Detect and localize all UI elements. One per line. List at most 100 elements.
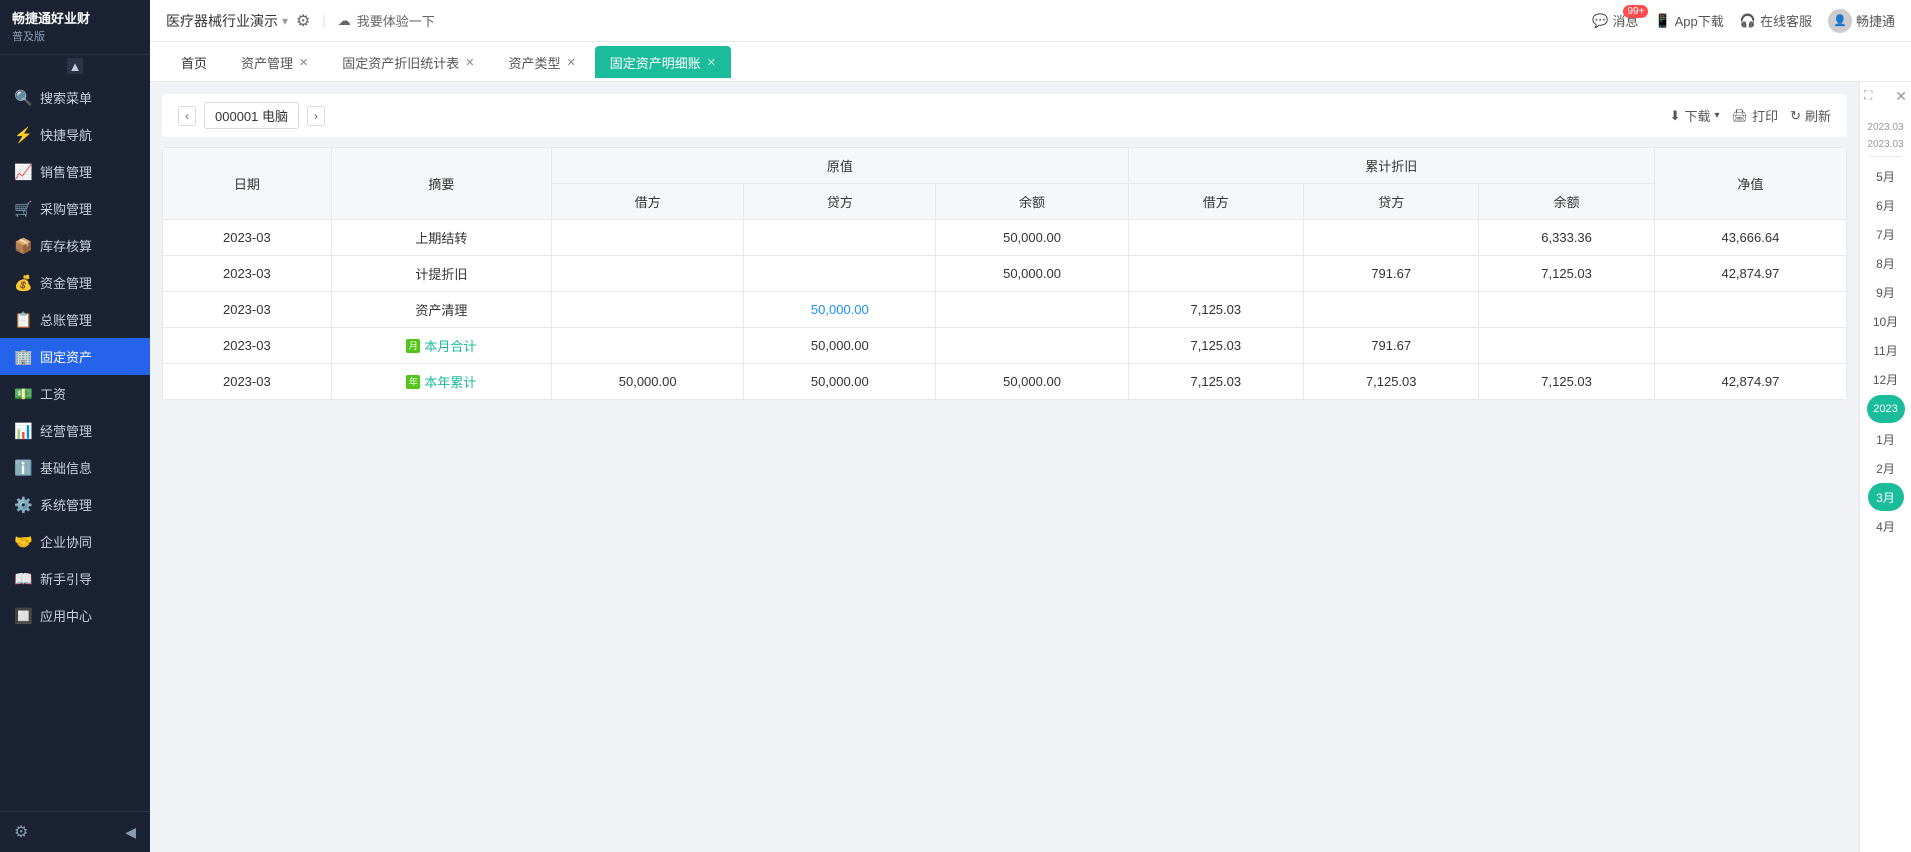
tab-depreciation-table[interactable]: 固定资产折旧统计表 ✕	[327, 46, 489, 78]
asset-nav-actions: ⬇ 下载 ▾ 🖨 打印 ↻ 刷新	[1670, 106, 1831, 125]
sidebar-item-operations[interactable]: 📊 经营管理	[0, 412, 150, 449]
timeline-month[interactable]: 12月	[1868, 365, 1904, 393]
timeline-month[interactable]: 11月	[1868, 336, 1904, 364]
cell-orig-debit: 50,000.00	[552, 364, 744, 400]
tabbar: 首页资产管理 ✕固定资产折旧统计表 ✕资产类型 ✕固定资产明细账 ✕	[150, 42, 1911, 82]
print-btn[interactable]: 🖨 打印	[1732, 106, 1779, 125]
purchase-icon: 🛒	[14, 200, 32, 218]
cell-orig-credit	[744, 256, 936, 292]
refresh-btn[interactable]: ↻ 刷新	[1790, 106, 1831, 125]
year-icon: 年	[406, 375, 420, 389]
sidebar-item-guide[interactable]: 📖 新手引导	[0, 560, 150, 597]
table-row: 2023-03 计提折旧 50,000.00 791.67 7,125.03 4…	[163, 256, 1847, 292]
cell-dep-balance	[1479, 292, 1654, 328]
sidebar-label-fixedasset: 固定资产	[40, 347, 92, 366]
cell-dep-debit: 7,125.03	[1128, 292, 1303, 328]
cell-summary: 月 本月合计	[331, 328, 551, 364]
cell-net-value: 42,874.97	[1654, 256, 1846, 292]
company-dropdown-arrow[interactable]: ▾	[282, 14, 288, 28]
timeline-month[interactable]: 2月	[1868, 454, 1904, 482]
message-icon: 💬	[1592, 13, 1608, 29]
sidebar-label-appcenter: 应用中心	[40, 606, 92, 625]
inventory-icon: 📦	[14, 237, 32, 255]
tab-asset-type[interactable]: 资产类型 ✕	[493, 46, 590, 78]
download-btn[interactable]: ⬇ 下载 ▾	[1670, 106, 1720, 125]
topbar: 医疗器械行业演示 ▾ ⚙ | ☁ 我要体验一下 💬 消息 99+ 📱 App下载…	[150, 0, 1911, 42]
col-orig-balance: 余额	[936, 184, 1128, 220]
sidebar-label-finance: 资金管理	[40, 273, 92, 292]
sidebar-item-purchase[interactable]: 🛒 采购管理	[0, 190, 150, 227]
download-icon: ⬇	[1670, 108, 1681, 124]
cell-orig-credit: 50,000.00	[744, 292, 936, 328]
cell-orig-balance: 50,000.00	[936, 220, 1128, 256]
cell-net-value: 42,874.97	[1654, 364, 1846, 400]
sidebar-item-search[interactable]: 🔍 搜索菜单	[0, 79, 150, 116]
sidebar-item-ledger[interactable]: 📋 总账管理	[0, 301, 150, 338]
asset-prev-btn[interactable]: ‹	[178, 106, 196, 126]
tab-close-asset-detail[interactable]: ✕	[707, 56, 716, 69]
experience-btn[interactable]: ☁ 我要体验一下	[338, 11, 435, 30]
sidebar-item-appcenter[interactable]: 🔲 应用中心	[0, 597, 150, 634]
timeline-month[interactable]: 6月	[1868, 191, 1904, 219]
cell-orig-balance	[936, 328, 1128, 364]
print-label: 打印	[1752, 106, 1778, 125]
timeline-month[interactable]: 7月	[1868, 220, 1904, 248]
sidebar-item-inventory[interactable]: 📦 库存核算	[0, 227, 150, 264]
cell-orig-debit	[552, 220, 744, 256]
timeline-top-date1: 2023.03	[1867, 122, 1903, 133]
cell-net-value: 43,666.64	[1654, 220, 1846, 256]
sidebar-item-sysadmin[interactable]: ⚙️ 系统管理	[0, 486, 150, 523]
cell-orig-credit: 50,000.00	[744, 328, 936, 364]
app-download-label: App下载	[1675, 11, 1724, 30]
tab-asset-detail[interactable]: 固定资产明细账 ✕	[595, 46, 731, 78]
table-row: 2023-03 年 本年累计 50,000.00 50,000.00 50,00…	[163, 364, 1847, 400]
tab-close-asset-mgmt[interactable]: ✕	[299, 56, 308, 69]
customer-service-btn[interactable]: 🎧 在线客服	[1740, 11, 1812, 30]
main-area: 医疗器械行业演示 ▾ ⚙ | ☁ 我要体验一下 💬 消息 99+ 📱 App下载…	[150, 0, 1911, 852]
tab-label-depreciation-table: 固定资产折旧统计表	[342, 53, 459, 72]
cell-net-value	[1654, 292, 1846, 328]
cell-date: 2023-03	[163, 220, 332, 256]
timeline-close-btn[interactable]: ✕	[1895, 88, 1907, 105]
cell-dep-debit	[1128, 256, 1303, 292]
settings-gear-icon[interactable]: ⚙	[296, 11, 310, 31]
timeline-month[interactable]: 10月	[1868, 307, 1904, 335]
sidebar-item-fixedasset[interactable]: 🏢 固定资产	[0, 338, 150, 375]
timeline-month[interactable]: 4月	[1868, 512, 1904, 540]
message-btn[interactable]: 💬 消息 99+	[1592, 11, 1638, 30]
tab-asset-mgmt[interactable]: 资产管理 ✕	[226, 46, 323, 78]
timeline-year-badge[interactable]: 2023	[1867, 395, 1905, 423]
collapse-icon[interactable]: ◀	[125, 824, 136, 841]
tab-label-asset-mgmt: 资产管理	[241, 53, 293, 72]
settings-icon[interactable]: ⚙	[14, 822, 28, 842]
tab-close-asset-type[interactable]: ✕	[567, 56, 576, 69]
timeline-divider-top	[1870, 156, 1902, 157]
year-badge: 年 本年累计	[406, 372, 476, 391]
cell-orig-debit	[552, 328, 744, 364]
sidebar-item-basicinfo[interactable]: ℹ️ 基础信息	[0, 449, 150, 486]
asset-next-btn[interactable]: ›	[307, 106, 325, 126]
timeline-expand-btn[interactable]: ⛶	[1864, 88, 1872, 103]
cell-dep-credit: 7,125.03	[1304, 364, 1479, 400]
timeline-month[interactable]: 5月	[1868, 162, 1904, 190]
sidebar-item-quicknav[interactable]: ⚡ 快捷导航	[0, 116, 150, 153]
cell-dep-debit	[1128, 220, 1303, 256]
sidebar-item-finance[interactable]: 💰 资金管理	[0, 264, 150, 301]
col-dep-debit: 借方	[1128, 184, 1303, 220]
app-download-btn[interactable]: 📱 App下载	[1654, 11, 1723, 30]
cell-orig-balance: 50,000.00	[936, 364, 1128, 400]
tab-close-depreciation-table[interactable]: ✕	[465, 56, 474, 69]
tab-home[interactable]: 首页	[166, 46, 222, 78]
experience-label: 我要体验一下	[357, 11, 435, 30]
timeline-month[interactable]: 3月	[1868, 483, 1904, 511]
logo-title: 畅捷通好业财	[12, 10, 90, 28]
sidebar-item-payroll[interactable]: 💵 工资	[0, 375, 150, 412]
timeline-month[interactable]: 9月	[1868, 278, 1904, 306]
user-btn[interactable]: 👤 畅捷通	[1828, 9, 1895, 33]
cell-dep-credit	[1304, 220, 1479, 256]
sidebar-item-sales[interactable]: 📈 销售管理	[0, 153, 150, 190]
timeline-month[interactable]: 1月	[1868, 425, 1904, 453]
sidebar-scroll-up[interactable]: ▲	[67, 58, 83, 74]
timeline-month[interactable]: 8月	[1868, 249, 1904, 277]
sidebar-item-collab[interactable]: 🤝 企业协同	[0, 523, 150, 560]
